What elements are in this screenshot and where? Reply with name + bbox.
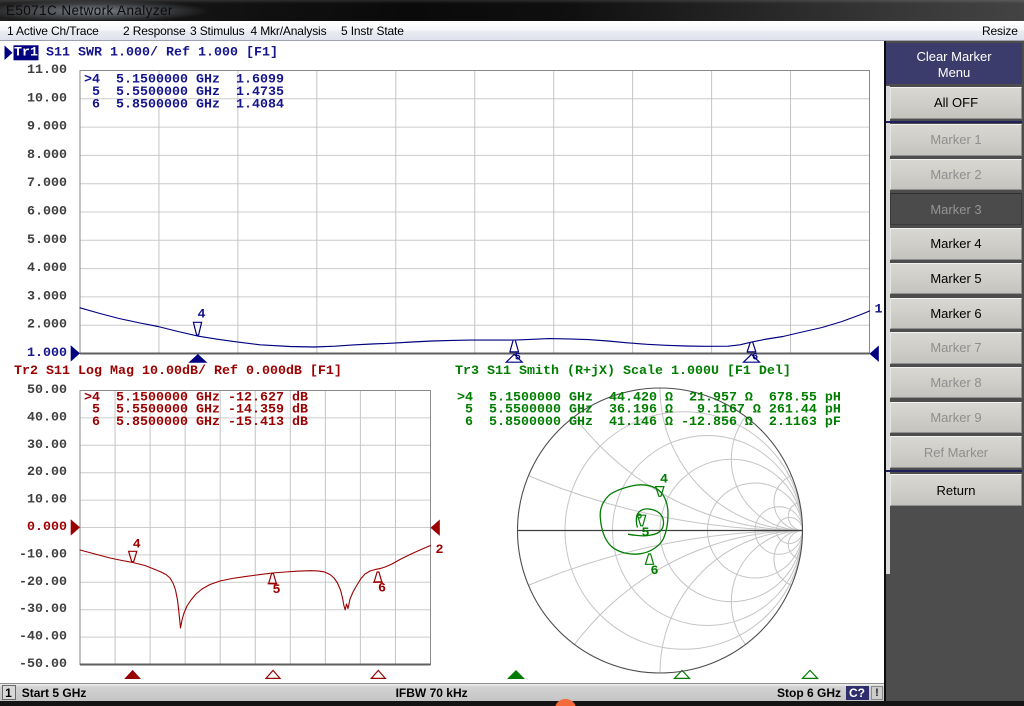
svg-text:5: 5 (642, 526, 650, 541)
svg-text:20.00: 20.00 (27, 465, 67, 480)
svg-text:0.000: 0.000 (27, 520, 67, 535)
svg-text:-10.00: -10.00 (19, 547, 67, 562)
svg-text:9.000: 9.000 (27, 120, 67, 135)
svg-text:4: 4 (133, 538, 141, 553)
svg-text:4.000: 4.000 (27, 261, 67, 276)
svg-text:6.000: 6.000 (27, 205, 67, 220)
svg-text:5: 5 (273, 583, 281, 598)
svg-text:6: 6 (651, 564, 659, 579)
svg-text:-20.00: -20.00 (19, 575, 67, 590)
svg-text:7.000: 7.000 (27, 176, 67, 191)
svg-text:1.000: 1.000 (27, 346, 67, 361)
svg-text:Tr2 S11 Log Mag 10.00dB/ Ref 0: Tr2 S11 Log Mag 10.00dB/ Ref 0.000dB [F1… (14, 364, 342, 379)
svg-text:50.00: 50.00 (27, 383, 67, 398)
svg-text:2.000: 2.000 (27, 318, 67, 333)
svg-text:-30.00: -30.00 (19, 602, 67, 617)
svg-text:Tr3 S11 Smith (R+jX) Scale 1.0: Tr3 S11 Smith (R+jX) Scale 1.000U [F1 De… (455, 364, 791, 379)
svg-text:-40.00: -40.00 (19, 630, 67, 645)
svg-text:6 5.8500000 GHz 41.146 Ω -12: 6 5.8500000 GHz 41.146 Ω -12.856 Ω 2.116… (457, 415, 841, 430)
svg-text:4: 4 (660, 473, 668, 488)
svg-text:3.000: 3.000 (27, 289, 67, 304)
svg-text:S11 SWR 1.000/ Ref 1.000 [F1]: S11 SWR 1.000/ Ref 1.000 [F1] (46, 45, 278, 60)
svg-text:6: 6 (378, 582, 386, 597)
svg-text:30.00: 30.00 (27, 438, 67, 453)
svg-text:10.00: 10.00 (27, 493, 67, 508)
svg-text:6 5.8500000 GHz 1.4084: 6 5.8500000 GHz 1.4084 (84, 98, 284, 113)
svg-text:6 5.8500000 GHz -15.413 dB: 6 5.8500000 GHz -15.413 dB (84, 415, 308, 430)
svg-text:10.00: 10.00 (27, 91, 67, 106)
svg-text:4: 4 (198, 308, 206, 323)
svg-text:-50.00: -50.00 (19, 657, 67, 672)
svg-text:Tr1: Tr1 (14, 45, 38, 60)
svg-text:8.000: 8.000 (27, 148, 67, 163)
svg-text:40.00: 40.00 (27, 410, 67, 425)
svg-text:1: 1 (875, 303, 883, 318)
svg-text:2: 2 (436, 543, 444, 558)
svg-text:11.00: 11.00 (27, 63, 67, 78)
svg-text:5.000: 5.000 (27, 233, 67, 248)
